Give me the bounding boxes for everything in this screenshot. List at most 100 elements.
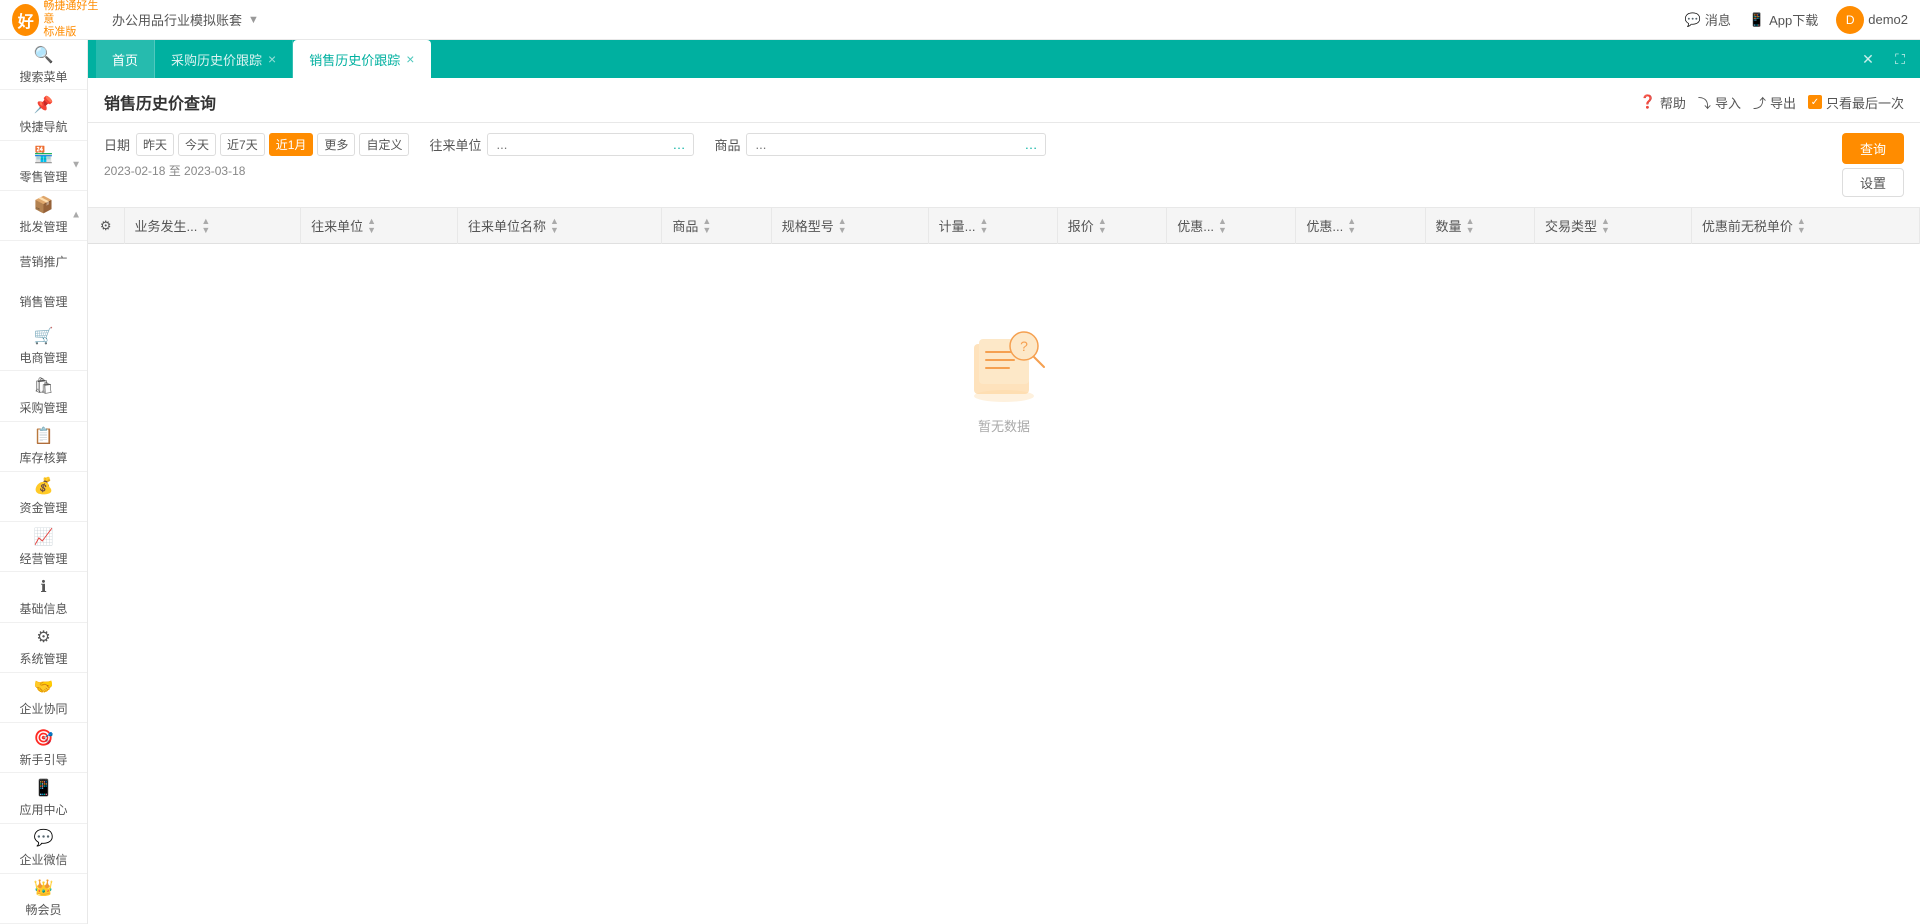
logo-area: 好 畅捷通好生意 标准版 [12, 0, 100, 39]
operations-icon: 📈 [34, 527, 54, 547]
date-btn-more[interactable]: 更多 [317, 133, 355, 156]
sidebar-label-finance: 资金管理 [19, 499, 67, 516]
download-icon: 📱 [1749, 12, 1765, 28]
import-button[interactable]: ⤵ 导入 [1698, 93, 1741, 112]
only-last-checkbox[interactable]: ✓ [1808, 95, 1822, 109]
export-button[interactable]: ⤴ 导出 [1753, 93, 1796, 112]
tab-close-all-button[interactable]: ✕ [1856, 47, 1880, 71]
sidebar-item-ecommerce[interactable]: 🛒 电商管理 [0, 321, 87, 371]
column-partner-code[interactable]: 往来单位 ▲▼ [301, 208, 458, 244]
partner-input[interactable] [496, 137, 672, 152]
sidebar-item-retail[interactable]: 🏪 零售管理 ▼ [0, 141, 87, 191]
enterprise-coop-icon: 🤝 [34, 677, 54, 697]
sidebar-item-inventory[interactable]: 📋 库存核算 [0, 422, 87, 472]
sidebar-label-marketing: 营销推广 [19, 253, 67, 270]
sidebar-item-system[interactable]: ⚙ 系统管理 [0, 623, 87, 673]
wholesale-arrow-icon: ▲ [71, 210, 81, 221]
sidebar-item-search[interactable]: 🔍 搜索菜单 [0, 40, 87, 90]
app-download-button[interactable]: 📱 App下载 [1749, 10, 1818, 29]
column-partner-name[interactable]: 往来单位名称 ▲▼ [458, 208, 662, 244]
product-more-icon[interactable]: … [1024, 137, 1037, 152]
logo-text: 畅捷通好生意 标准版 [43, 0, 100, 39]
column-trade-type[interactable]: 交易类型 ▲▼ [1534, 208, 1691, 244]
column-price[interactable]: 报价 ▲▼ [1057, 208, 1166, 244]
workspace-selector[interactable]: 办公用品行业模拟账套 ▼ [100, 10, 271, 29]
top-header: 好 畅捷通好生意 标准版 办公用品行业模拟账套 ▼ 💬 消息 📱 App下载 D… [0, 0, 1920, 40]
query-button[interactable]: 查询 [1842, 133, 1904, 164]
sidebar-item-member[interactable]: 👑 畅会员 [0, 874, 87, 924]
filter-area: 日期 昨天 今天 近7天 近1月 更多 自定义 2023-02-18 至 202… [88, 123, 1920, 208]
sidebar-label-basic-info: 基础信息 [19, 600, 67, 617]
column-discount2[interactable]: 优惠... ▲▼ [1296, 208, 1425, 244]
data-table: ⚙ 业务发生... ▲▼ 往来单位 [88, 208, 1920, 244]
product-input[interactable] [755, 137, 1024, 152]
message-button[interactable]: 💬 消息 [1685, 10, 1731, 29]
sidebar-item-enterprise-wechat[interactable]: 💬 企业微信 [0, 824, 87, 874]
basic-info-icon: ℹ [40, 577, 46, 597]
settings-button[interactable]: 设置 [1842, 168, 1904, 197]
sidebar-item-quick-nav[interactable]: 📌 快捷导航 [0, 90, 87, 140]
table-header-row: ⚙ 业务发生... ▲▼ 往来单位 [88, 208, 1920, 244]
sidebar-label-member: 畅会员 [25, 901, 61, 918]
partner-filter-row: 往来单位 … [429, 133, 694, 156]
filter-right-actions: 查询 设置 [1842, 133, 1904, 197]
date-btn-1month[interactable]: 近1月 [269, 133, 314, 156]
tab-purchase-history-label: 采购历史价跟踪 [171, 50, 262, 69]
sidebar-item-wholesale[interactable]: 📦 批发管理 ▲ [0, 191, 87, 241]
column-spec[interactable]: 规格型号 ▲▼ [771, 208, 928, 244]
partner-filter-label: 往来单位 [429, 135, 481, 154]
ecommerce-icon: 🛒 [34, 326, 54, 346]
tab-sales-history-close-icon[interactable]: × [406, 51, 414, 67]
column-settings[interactable]: ⚙ [88, 208, 124, 244]
column-pre-tax-price[interactable]: 优惠前无税单价 ▲▼ [1691, 208, 1919, 244]
column-unit[interactable]: 计量... ▲▼ [928, 208, 1057, 244]
sidebar-item-operations[interactable]: 📈 经营管理 [0, 522, 87, 572]
content-area: 首页 采购历史价跟踪 × 销售历史价跟踪 × ✕ ⛶ 销售历史价查询 [88, 40, 1920, 924]
tab-sales-history[interactable]: 销售历史价跟踪 × [293, 40, 431, 78]
date-btn-7days[interactable]: 近7天 [220, 133, 265, 156]
sidebar-label-purchase: 采购管理 [19, 399, 67, 416]
help-icon: ❓ [1640, 94, 1656, 110]
tab-home[interactable]: 首页 [96, 40, 155, 78]
sidebar-item-basic-info[interactable]: ℹ 基础信息 [0, 572, 87, 622]
sort-partner-code-icon: ▲▼ [367, 217, 376, 235]
column-discount1[interactable]: 优惠... ▲▼ [1167, 208, 1296, 244]
retail-arrow-icon: ▼ [71, 160, 81, 171]
tab-maximize-button[interactable]: ⛶ [1888, 47, 1912, 71]
app-center-icon: 📱 [34, 778, 54, 798]
export-icon: ⤴ [1753, 93, 1766, 112]
tab-purchase-history-close-icon[interactable]: × [268, 51, 276, 67]
workspace-chevron-icon: ▼ [248, 14, 259, 26]
sidebar-label-retail: 零售管理 [19, 168, 67, 185]
column-qty[interactable]: 数量 ▲▼ [1425, 208, 1534, 244]
sidebar-item-app-center[interactable]: 📱 应用中心 [0, 773, 87, 823]
sidebar-item-finance[interactable]: 💰 资金管理 [0, 472, 87, 522]
sidebar-item-new-guide[interactable]: 🎯 新手引导 [0, 723, 87, 773]
only-last-checkbox-wrap[interactable]: ✓ 只看最后一次 [1808, 93, 1904, 112]
only-last-label: 只看最后一次 [1826, 93, 1904, 112]
date-btn-today[interactable]: 今天 [178, 133, 216, 156]
sidebar-item-sales[interactable]: 销售管理 [0, 281, 87, 321]
help-button[interactable]: ❓ 帮助 [1640, 93, 1686, 112]
product-filter-row: 商品 … [714, 133, 1046, 156]
sort-biz-date-icon: ▲▼ [201, 217, 210, 235]
column-biz-date[interactable]: 业务发生... ▲▼ [124, 208, 301, 244]
column-product[interactable]: 商品 ▲▼ [662, 208, 771, 244]
date-btn-custom[interactable]: 自定义 [359, 133, 409, 156]
sidebar-label-operations: 经营管理 [19, 550, 67, 567]
tab-purchase-history[interactable]: 采购历史价跟踪 × [155, 40, 293, 78]
avatar: D [1836, 6, 1864, 34]
page-actions: ❓ 帮助 ⤵ 导入 ⤴ 导出 ✓ 只看最后一次 [1640, 93, 1904, 112]
date-btn-yesterday[interactable]: 昨天 [136, 133, 174, 156]
tab-sales-history-label: 销售历史价跟踪 [309, 50, 400, 69]
finance-icon: 💰 [34, 476, 54, 496]
sidebar-item-purchase[interactable]: 🛍 采购管理 [0, 371, 87, 421]
partner-more-icon[interactable]: … [672, 137, 685, 152]
sidebar-label-enterprise-wechat: 企业微信 [19, 851, 67, 868]
message-icon: 💬 [1685, 12, 1701, 28]
table-container: ⚙ 业务发生... ▲▼ 往来单位 [88, 208, 1920, 924]
sidebar-label-new-guide: 新手引导 [19, 751, 67, 768]
sidebar-item-marketing[interactable]: 营销推广 [0, 241, 87, 281]
sidebar-item-enterprise-coop[interactable]: 🤝 企业协同 [0, 673, 87, 723]
user-menu-button[interactable]: D demo2 [1836, 6, 1908, 34]
